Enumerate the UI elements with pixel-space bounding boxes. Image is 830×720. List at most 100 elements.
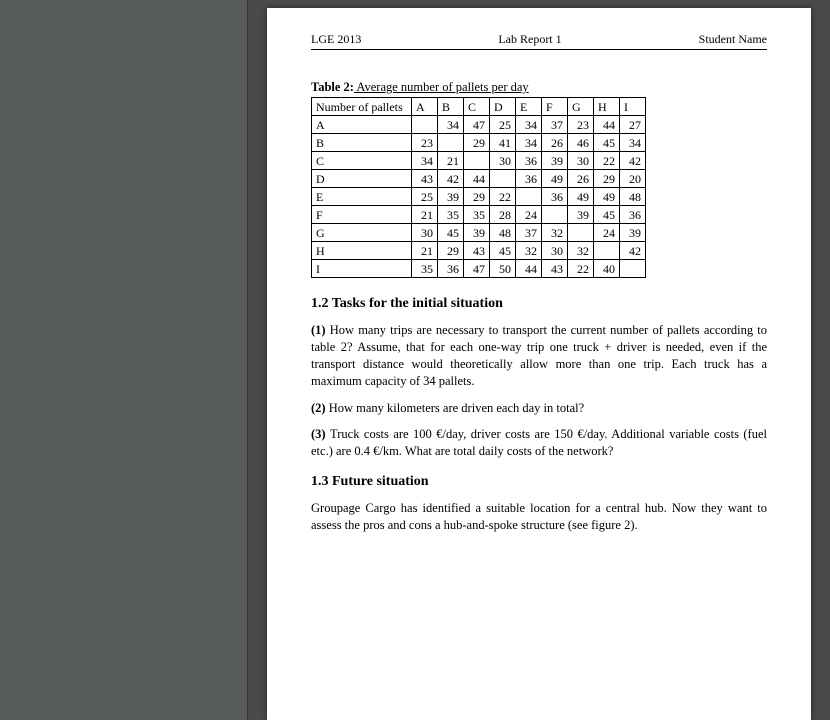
document-viewport[interactable]: LGE 2013 Lab Report 1 Student Name Table… [248,0,830,720]
table-cell: 36 [438,260,464,278]
table-cell: 37 [542,116,568,134]
table-cell: 43 [412,170,438,188]
table-cell: 26 [542,134,568,152]
row-label: H [312,242,412,260]
table-cell: 21 [412,206,438,224]
table-cell: 22 [490,188,516,206]
table-cell: 41 [490,134,516,152]
header-left: LGE 2013 [311,32,361,47]
question-3: (3) Truck costs are 100 €/day, driver co… [311,426,767,460]
table-caption-prefix: Table 2: [311,80,354,94]
table-caption-text: Average number of pallets per day [354,80,529,94]
section-1-2-heading: 1.2 Tasks for the initial situation [311,296,767,312]
table-cell: 30 [568,152,594,170]
table-cell: 21 [412,242,438,260]
section-1-3-heading: 1.3 Future situation [311,474,767,490]
table-cell: 45 [594,206,620,224]
table-cell: 26 [568,170,594,188]
table-row: C3421303639302242 [312,152,646,170]
table-cell: 34 [412,152,438,170]
table-cell: 37 [516,224,542,242]
q2-text: How many kilometers are driven each day … [329,401,584,415]
table-cell: 39 [438,188,464,206]
table-row: D4342443649262920 [312,170,646,188]
table-cell: 35 [464,206,490,224]
q3-number: (3) [311,427,330,441]
table-cell [412,116,438,134]
table-cell: 22 [568,260,594,278]
q1-text: How many trips are necessary to transpor… [311,323,767,388]
table-cell [620,260,646,278]
table-cell [542,206,568,224]
table-cell: 39 [568,206,594,224]
col-F: F [542,98,568,116]
row-label: B [312,134,412,152]
table-row: F2135352824394536 [312,206,646,224]
col-B: B [438,98,464,116]
table-cell [438,134,464,152]
table-cell: 44 [464,170,490,188]
table-cell: 32 [542,224,568,242]
table-cell: 29 [464,188,490,206]
table-cell: 39 [542,152,568,170]
table-cell: 30 [490,152,516,170]
table-cell: 21 [438,152,464,170]
table-row: I3536475044432240 [312,260,646,278]
row-label: C [312,152,412,170]
table-cell: 34 [438,116,464,134]
table-cell: 46 [568,134,594,152]
table-cell: 49 [542,170,568,188]
q1-number: (1) [311,323,330,337]
table-cell: 32 [568,242,594,260]
table-cell: 48 [620,188,646,206]
table-cell: 23 [412,134,438,152]
table-cell: 42 [620,152,646,170]
table-cell [568,224,594,242]
col-C: C [464,98,490,116]
table-cell: 29 [464,134,490,152]
table-cell: 43 [464,242,490,260]
table-cell: 24 [516,206,542,224]
col-A: A [412,98,438,116]
table-cell: 47 [464,260,490,278]
table-cell: 27 [620,116,646,134]
col-G: G [568,98,594,116]
table-cell: 36 [516,170,542,188]
table-cell [516,188,542,206]
header-right: Student Name [699,32,767,47]
table-cell: 32 [516,242,542,260]
table-row: E2539292236494948 [312,188,646,206]
table-cell: 47 [464,116,490,134]
table-cell: 49 [594,188,620,206]
table-cell: 22 [594,152,620,170]
table-header-row: Number of pallets A B C D E F G H I [312,98,646,116]
row-header-label: Number of pallets [312,98,412,116]
col-D: D [490,98,516,116]
table-row: A3447253437234427 [312,116,646,134]
row-label: A [312,116,412,134]
col-I: I [620,98,646,116]
table-cell: 42 [438,170,464,188]
col-H: H [594,98,620,116]
table-cell: 34 [516,134,542,152]
table-cell: 45 [490,242,516,260]
q2-number: (2) [311,401,329,415]
pallets-table: Number of pallets A B C D E F G H I A344… [311,97,646,278]
table-cell: 36 [516,152,542,170]
future-paragraph: Groupage Cargo has identified a suitable… [311,500,767,534]
question-1: (1) How many trips are necessary to tran… [311,322,767,390]
col-E: E [516,98,542,116]
table-row: H2129434532303242 [312,242,646,260]
table-cell: 39 [620,224,646,242]
table-cell: 35 [438,206,464,224]
table-cell: 29 [438,242,464,260]
table-cell: 35 [412,260,438,278]
table-cell: 50 [490,260,516,278]
row-label: D [312,170,412,188]
row-label: E [312,188,412,206]
row-label: G [312,224,412,242]
table-cell: 28 [490,206,516,224]
header-center: Lab Report 1 [498,32,561,47]
table-cell: 29 [594,170,620,188]
table-cell [594,242,620,260]
